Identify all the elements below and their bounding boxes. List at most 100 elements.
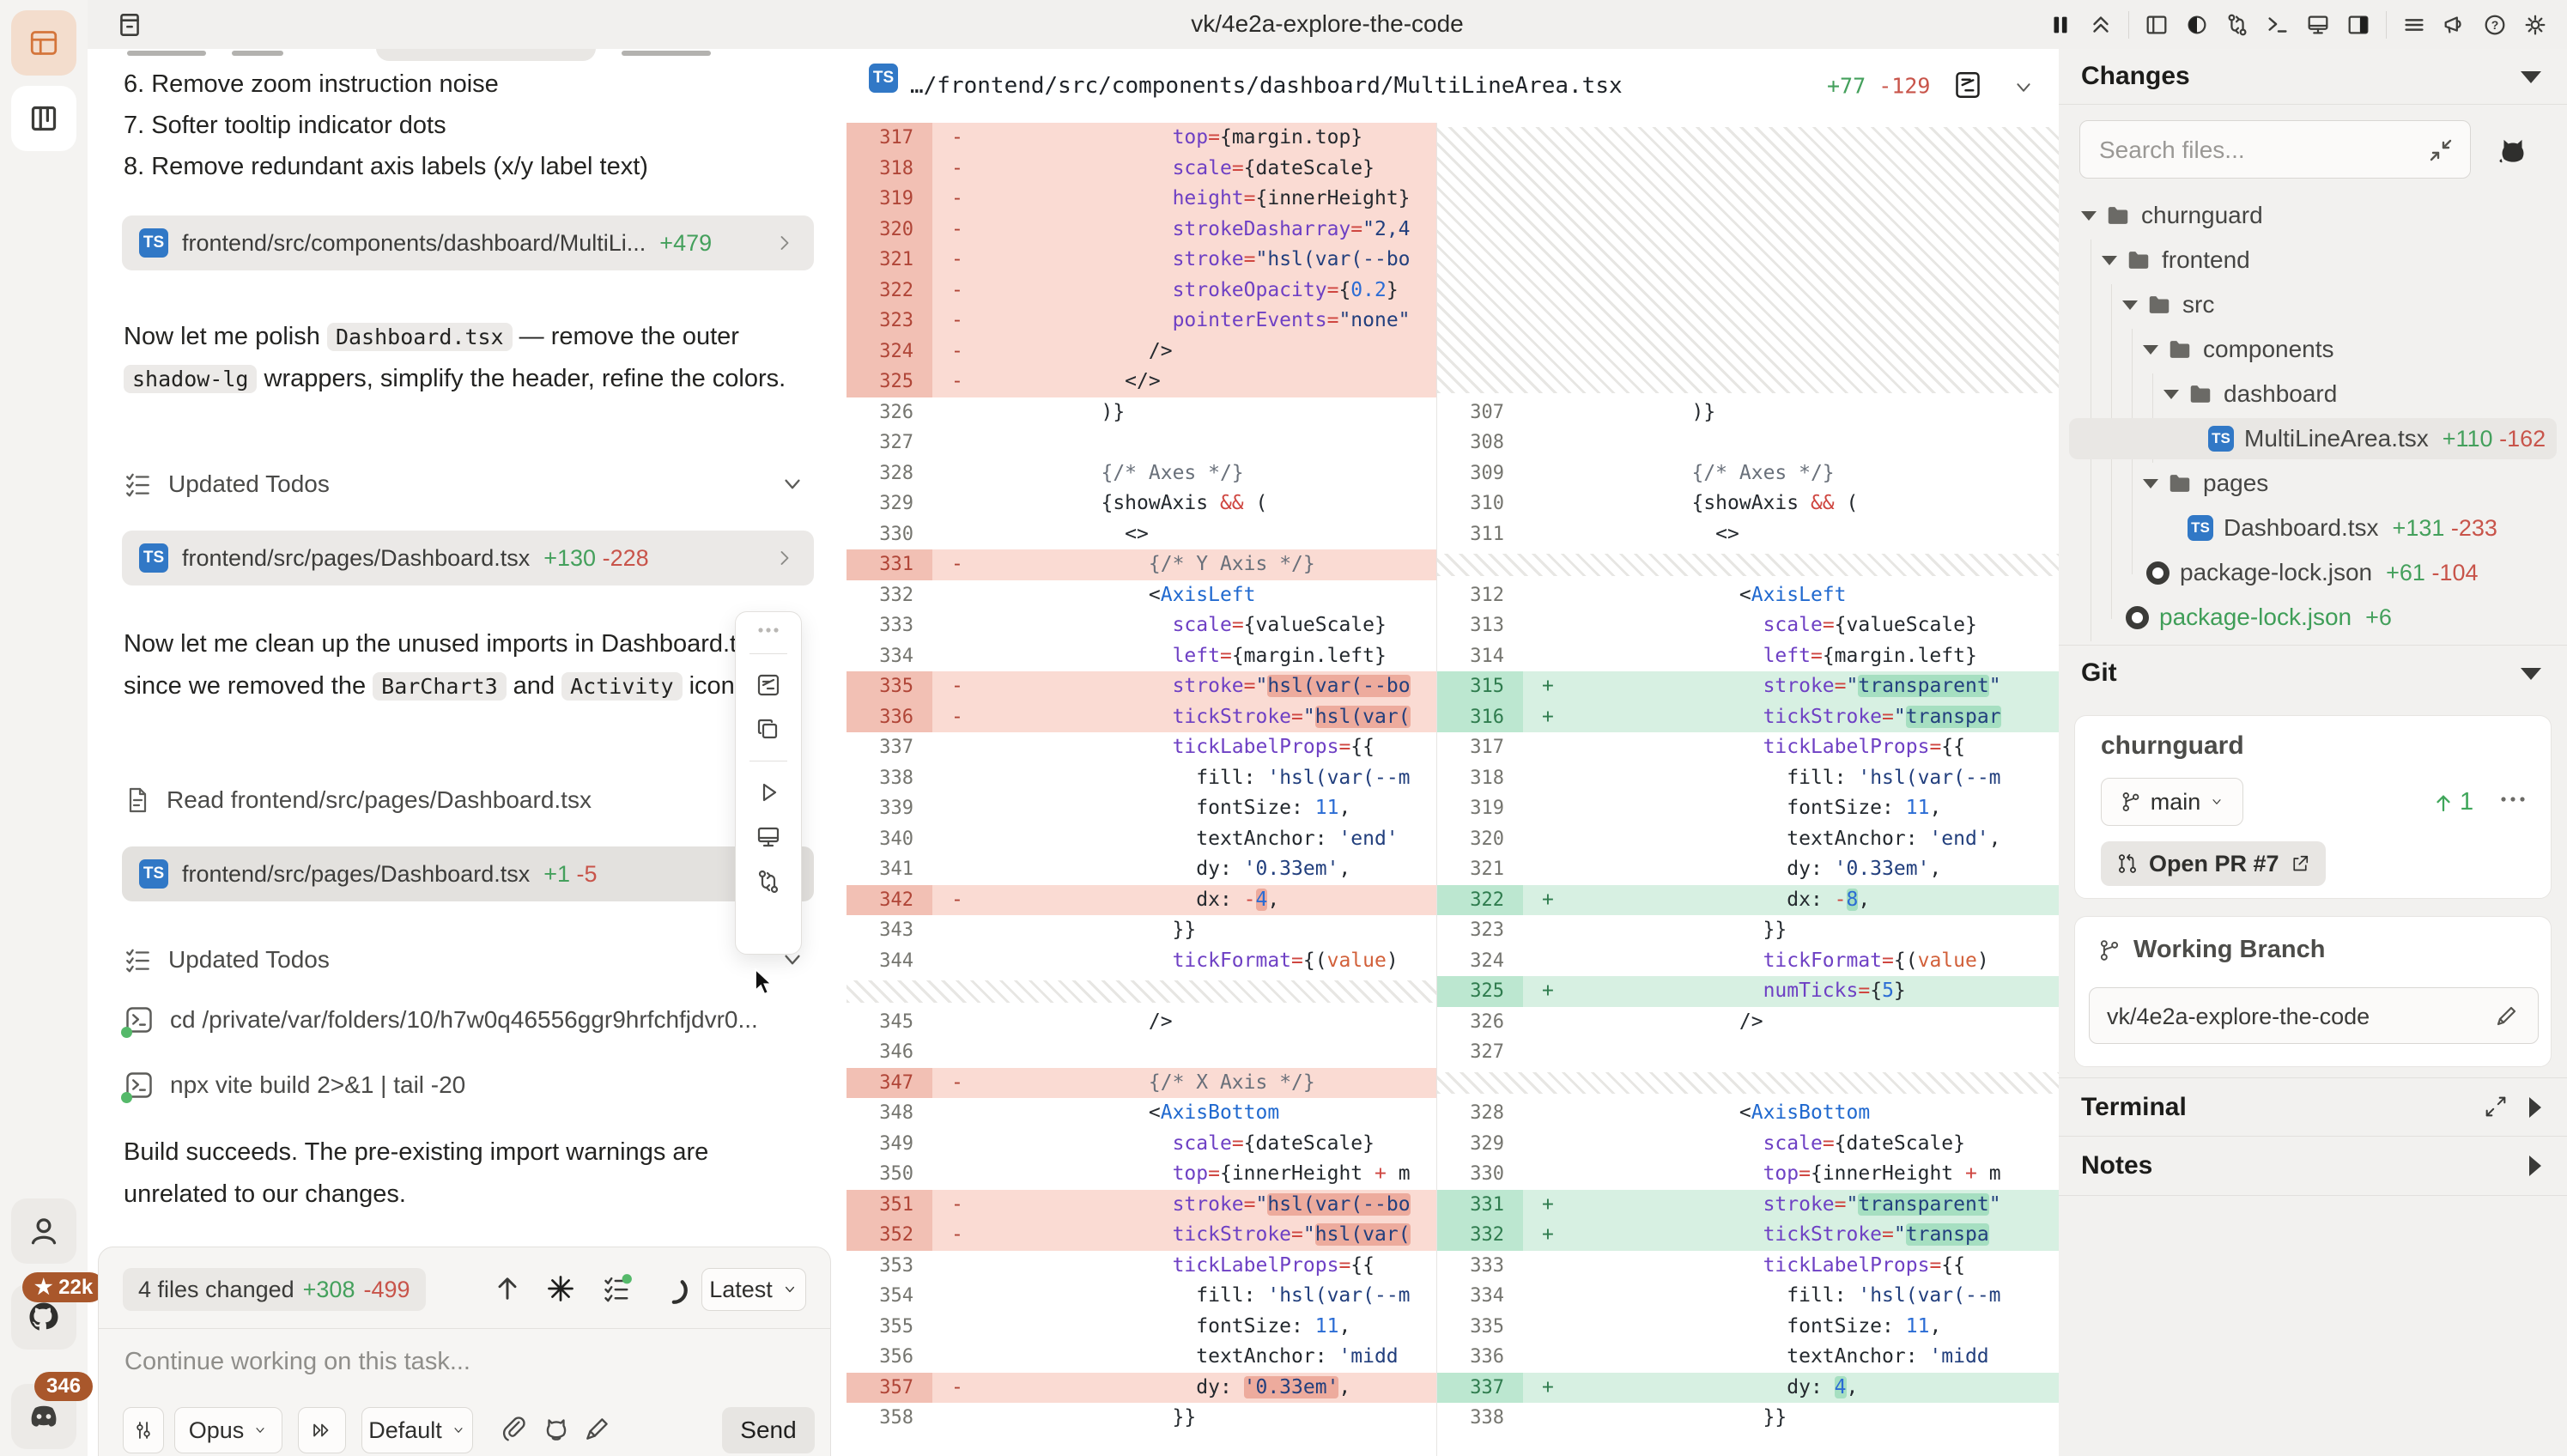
terminal-command-row[interactable]: cd /private/var/folders/10/h7w0q46556ggr…: [124, 1003, 758, 1037]
megaphone-icon[interactable]: [2442, 12, 2467, 38]
message-input[interactable]: [123, 1347, 796, 1377]
scroll-up-icon[interactable]: [492, 1273, 523, 1304]
read-file-row[interactable]: Read frontend/src/pages/Dashboard.tsx: [124, 783, 592, 817]
panel-left-icon[interactable]: [2144, 12, 2170, 38]
collapse-diff-icon[interactable]: [2011, 75, 2036, 100]
line-number: 310: [1437, 488, 1523, 519]
file-change-chip[interactable]: TSfrontend/src/components/dashboard/Mult…: [122, 215, 814, 270]
git-compare-icon[interactable]: [755, 868, 782, 895]
diff-marker: [932, 580, 982, 611]
settings-gear-icon[interactable]: [2522, 12, 2548, 38]
chat-panel: 6. Remove zoom instruction noise7. Softe…: [88, 49, 847, 1456]
monitor-icon[interactable]: [755, 823, 782, 851]
diff-row: 311 <>: [1437, 519, 2060, 550]
rail-item-account[interactable]: [11, 1198, 76, 1264]
branch-selector[interactable]: main: [2101, 778, 2243, 826]
tree-folder-row[interactable]: churnguard: [2069, 195, 2557, 236]
updated-todos-row[interactable]: Updated Todos: [124, 943, 330, 977]
tree-folder-row[interactable]: components: [2069, 329, 2557, 370]
pen-icon[interactable]: [583, 1414, 612, 1443]
send-button[interactable]: Send: [722, 1407, 815, 1453]
caret-down-icon[interactable]: [2143, 345, 2158, 355]
working-branch-input[interactable]: [2105, 988, 2478, 1045]
tree-file-row[interactable]: TSDashboard.tsx+131 -233: [2069, 507, 2557, 549]
git-compare-icon[interactable]: [2224, 12, 2250, 38]
diff-row: 320- strokeDasharray="2,4: [847, 215, 1436, 246]
contrast-bubble-icon[interactable]: [2184, 12, 2210, 38]
code-line: <>: [1573, 519, 2060, 550]
line-number: 358: [847, 1403, 932, 1434]
search-input[interactable]: [2097, 121, 2418, 179]
assistant-paragraph: Build succeeds. The pre-existing import …: [124, 1131, 810, 1216]
expand-triangle-icon: [2529, 1097, 2541, 1118]
tree-file-row[interactable]: package-lock.json+61 -104: [2069, 552, 2557, 593]
diff-view-icon[interactable]: [755, 671, 782, 699]
changes-section-header[interactable]: Changes: [2059, 49, 2567, 105]
git-section-header[interactable]: Git: [2059, 645, 2567, 701]
file-change-chip[interactable]: TSfrontend/src/pages/Dashboard.tsx+130 -…: [122, 531, 814, 585]
panel-right-filled-icon[interactable]: [2345, 12, 2371, 38]
working-branch-field[interactable]: [2089, 987, 2539, 1044]
tree-file-row[interactable]: package-lock.json+6: [2069, 597, 2557, 638]
mode-selector[interactable]: Default: [361, 1407, 473, 1453]
fast-forward-button[interactable]: [298, 1407, 346, 1453]
line-number: 326: [847, 397, 932, 428]
chevrons-up-icon[interactable]: [2088, 12, 2114, 38]
copy-icon[interactable]: [755, 716, 782, 743]
caret-down-icon[interactable]: [2163, 390, 2179, 399]
caret-down-icon[interactable]: [2081, 211, 2097, 221]
diff-marker: -: [932, 215, 982, 246]
model-selector[interactable]: Opus: [174, 1407, 282, 1453]
expand-icon[interactable]: [2483, 1094, 2509, 1119]
help-icon[interactable]: ?: [2482, 12, 2508, 38]
updated-todos-row[interactable]: Updated Todos: [124, 467, 330, 501]
diff-header[interactable]: TS …/frontend/src/components/dashboard/M…: [847, 49, 2059, 124]
caret-down-icon[interactable]: [2143, 479, 2158, 488]
todos-status-icon[interactable]: [602, 1273, 633, 1304]
cat-icon[interactable]: [2495, 133, 2531, 169]
chevron-down-icon[interactable]: [778, 470, 807, 499]
tree-folder-row[interactable]: src: [2069, 284, 2557, 325]
diff-row: 329 scale={dateScale}: [1437, 1129, 2060, 1160]
tree-item-label: components: [2203, 336, 2334, 363]
more-options-icon[interactable]: [2497, 793, 2528, 805]
edit-pencil-icon[interactable]: [2493, 1002, 2521, 1029]
package-lock-icon: [2146, 561, 2170, 585]
diff-row: 348 <AxisBottom: [847, 1098, 1436, 1129]
pause-icon[interactable]: [2048, 12, 2073, 38]
tree-folder-row[interactable]: frontend: [2069, 240, 2557, 281]
terminal-command-row[interactable]: npx vite build 2>&1 | tail -20: [124, 1068, 465, 1102]
collapsed-region: [847, 976, 1436, 1007]
tree-folder-row[interactable]: dashboard: [2069, 373, 2557, 415]
code-line: </>: [982, 367, 1436, 397]
rail-item-session[interactable]: [11, 10, 76, 76]
split-diff-toggle-icon[interactable]: [1951, 68, 1985, 102]
open-pr-button[interactable]: Open PR #7: [2101, 841, 2326, 886]
diff-marker: [932, 610, 982, 641]
sparkle-icon[interactable]: [545, 1273, 576, 1304]
commits-ahead[interactable]: 1: [2432, 788, 2473, 816]
files-changed-chip[interactable]: 4 files changed +308 -499: [123, 1268, 426, 1311]
tree-folder-row[interactable]: pages: [2069, 463, 2557, 504]
more-options-icon[interactable]: [756, 624, 781, 636]
tree-file-row[interactable]: TSMultiLineArea.tsx+110 -162: [2069, 418, 2557, 459]
version-selector[interactable]: Latest: [701, 1268, 806, 1311]
diff-old-column: 317- top={margin.top}318- scale={dateSca…: [847, 123, 1436, 1456]
menu-icon[interactable]: [2401, 12, 2427, 38]
attachment-icon[interactable]: [499, 1414, 528, 1443]
notes-section-header[interactable]: Notes: [2059, 1136, 2567, 1196]
terminal-icon[interactable]: [2265, 12, 2291, 38]
cat-icon[interactable]: [542, 1414, 571, 1443]
caret-down-icon[interactable]: [2102, 256, 2117, 265]
rail-item-board[interactable]: [11, 86, 76, 151]
settings-sliders-button[interactable]: [123, 1407, 164, 1453]
archive-box-icon[interactable]: [115, 10, 144, 39]
terminal-section-header[interactable]: Terminal: [2059, 1077, 2567, 1137]
play-icon[interactable]: [755, 779, 782, 806]
caret-down-icon[interactable]: [2122, 300, 2138, 310]
monitor-icon[interactable]: [2305, 12, 2331, 38]
collapse-tree-icon[interactable]: [2427, 136, 2455, 164]
file-change-chip[interactable]: TSfrontend/src/pages/Dashboard.tsx+1 -5: [122, 846, 814, 901]
kanban-board-icon: [27, 101, 61, 136]
removed-count: -162: [2499, 426, 2546, 452]
